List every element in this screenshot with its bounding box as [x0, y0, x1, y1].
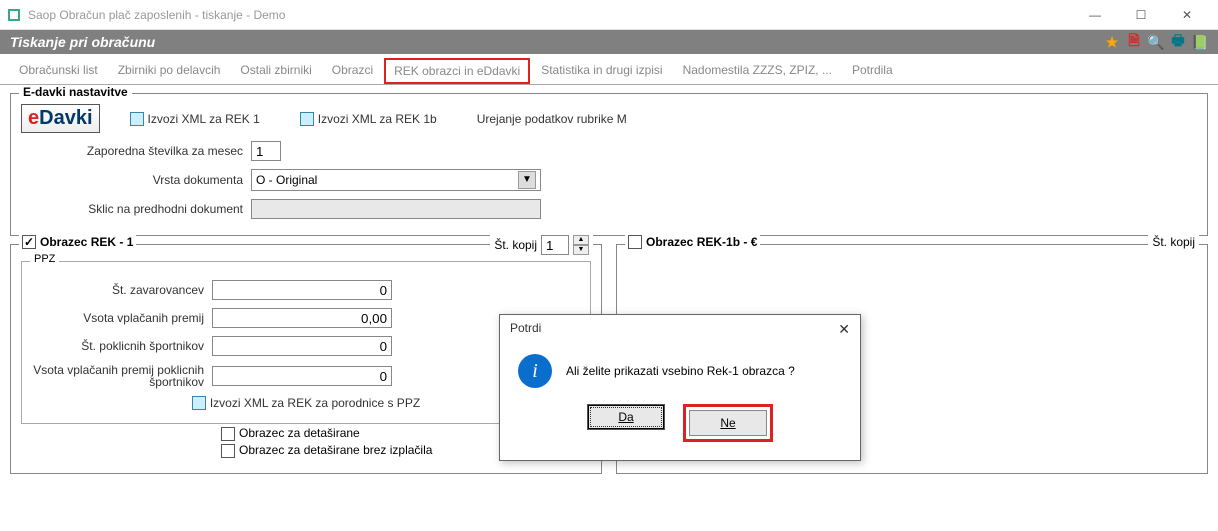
detasirane-checkbox[interactable]	[221, 427, 235, 441]
maximize-button[interactable]: ☐	[1118, 1, 1164, 29]
zap-stevilka-input[interactable]	[251, 141, 281, 161]
tab-obracunski-list[interactable]: Obračunski list	[10, 58, 107, 84]
vrsta-dokumenta-label: Vrsta dokumenta	[21, 173, 251, 187]
export-porodnice-label: Izvozi XML za REK za porodnice s PPZ	[210, 396, 420, 410]
tab-obrazci[interactable]: Obrazci	[323, 58, 382, 84]
rek1b-checkbox[interactable]	[628, 235, 642, 249]
rek1b-group-title: Obrazec REK-1b - €	[646, 235, 757, 249]
star-icon[interactable]: ★	[1104, 34, 1120, 50]
dialog-title: Potrdi	[510, 321, 541, 338]
vrsta-dokumenta-value: O - Original	[256, 173, 317, 187]
st-zavarovancev-label: Št. zavarovancev	[32, 283, 212, 297]
rek1-checkbox[interactable]: ✓	[22, 235, 36, 249]
tab-strip: Obračunski list Zbirniki po delavcih Ost…	[0, 54, 1218, 85]
export-xml-rek1b[interactable]: Izvozi XML za REK 1b	[300, 112, 437, 126]
export-xml-rek1[interactable]: Izvozi XML za REK 1	[130, 112, 260, 126]
xml-icon	[130, 112, 144, 126]
tab-ostali-zbirniki[interactable]: Ostali zbirniki	[231, 58, 320, 84]
sklic-input[interactable]	[251, 199, 541, 219]
st-sportnikov-label: Št. poklicnih športnikov	[32, 339, 212, 353]
tab-potrdila[interactable]: Potrdila	[843, 58, 902, 84]
tab-nadomestila[interactable]: Nadomestila ZZZS, ZPIZ, ...	[674, 58, 841, 84]
red-highlight-no: Ne	[683, 404, 773, 442]
rek1-group-title: Obrazec REK - 1	[40, 235, 133, 249]
detasirane-label: Obrazec za detaširane	[239, 426, 360, 440]
ppz-title: PPZ	[30, 253, 59, 265]
minimize-button[interactable]: —	[1072, 1, 1118, 29]
export-xml-porodnice[interactable]: Izvozi XML za REK za porodnice s PPZ	[192, 396, 420, 410]
vsota-premij-label: Vsota vplačanih premij	[32, 311, 212, 325]
st-zavarovancev-input[interactable]	[212, 280, 392, 300]
window-titlebar: Saop Obračun plač zaposlenih - tiskanje …	[0, 0, 1218, 30]
kopij-up-button[interactable]: ▲	[573, 235, 589, 245]
xml-icon	[192, 396, 206, 410]
section-header: Tiskanje pri obračunu ★ 🗎 🔍 🖶 📗	[0, 30, 1218, 54]
rek1-kopij-input[interactable]	[541, 235, 569, 255]
detasirane-brez-checkbox[interactable]	[221, 444, 235, 458]
window-title: Saop Obračun plač zaposlenih - tiskanje …	[28, 8, 1072, 22]
vsota-premij-sport-input[interactable]	[212, 366, 392, 386]
confirm-dialog: Potrdi ✕ i Ali želite prikazati vsebino …	[499, 314, 861, 461]
info-icon: i	[518, 354, 552, 388]
doc-red-icon[interactable]: 🗎	[1126, 34, 1142, 50]
vsota-premij-sport-label: Vsota vplačanih premij poklicnih športni…	[32, 364, 212, 388]
preview-icon[interactable]: 🔍	[1148, 34, 1164, 50]
zap-stevilka-label: Zaporedna številka za mesec	[21, 144, 251, 158]
app-icon	[8, 9, 20, 21]
tab-rek-obrazci[interactable]: REK obrazci in eDdavki	[384, 58, 530, 84]
edavki-group-title: E-davki nastavitve	[19, 85, 132, 99]
dialog-close-button[interactable]: ✕	[838, 321, 850, 338]
st-sportnikov-input[interactable]	[212, 336, 392, 356]
tab-zbirniki-po-delavcih[interactable]: Zbirniki po delavcih	[109, 58, 230, 84]
edavki-nastavitve-group: E-davki nastavitve eDavki Izvozi XML za …	[10, 93, 1208, 236]
edavki-logo: eDavki	[21, 104, 100, 133]
export-rek1-label: Izvozi XML za REK 1	[148, 112, 260, 126]
dialog-message: Ali želite prikazati vsebino Rek-1 obraz…	[566, 364, 795, 378]
dialog-no-button[interactable]: Ne	[689, 410, 767, 436]
chevron-down-icon: ▼	[518, 171, 536, 189]
vsota-premij-input[interactable]	[212, 308, 392, 328]
export-rek1b-label: Izvozi XML za REK 1b	[318, 112, 437, 126]
urejanje-rubrike-m[interactable]: Urejanje podatkov rubrike M	[477, 112, 627, 126]
tab-statistika[interactable]: Statistika in drugi izpisi	[532, 58, 671, 84]
vrsta-dokumenta-select[interactable]: O - Original ▼	[251, 169, 541, 191]
book-icon[interactable]: 📗	[1192, 34, 1208, 50]
close-button[interactable]: ✕	[1164, 1, 1210, 29]
printer-icon[interactable]: 🖶	[1170, 34, 1186, 50]
kopij-down-button[interactable]: ▼	[573, 245, 589, 255]
section-title: Tiskanje pri obračunu	[10, 34, 1104, 50]
dialog-yes-button[interactable]: Da	[587, 404, 665, 430]
rek1b-kopij-label: Št. kopij	[1152, 235, 1195, 249]
sklic-label: Sklic na predhodni dokument	[21, 202, 251, 216]
detasirane-brez-label: Obrazec za detaširane brez izplačila	[239, 443, 432, 457]
rek1-kopij-label: Št. kopij	[494, 238, 537, 252]
xml-icon	[300, 112, 314, 126]
